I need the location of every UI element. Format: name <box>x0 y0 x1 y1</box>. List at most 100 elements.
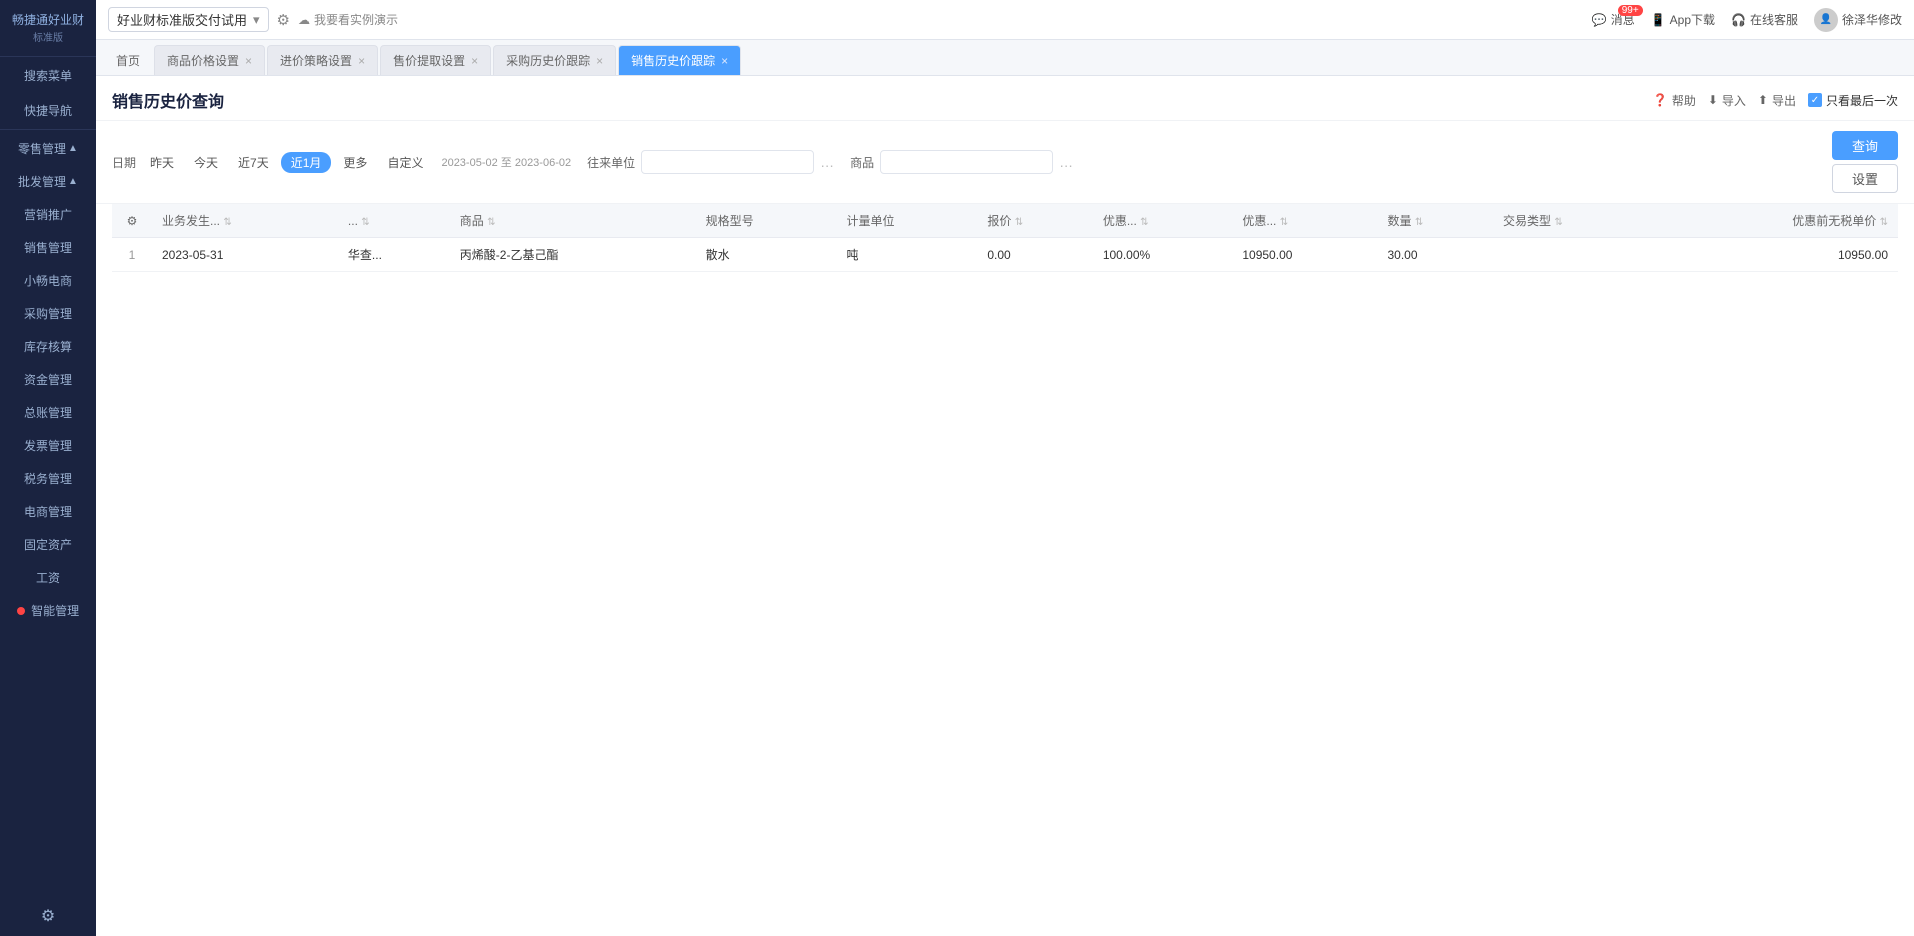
avatar: 👤 <box>1814 8 1838 32</box>
table-row[interactable]: 1 2023-05-31 华查... 丙烯酸-2-乙基己酯 散水 吨 0.00 … <box>112 238 1898 272</box>
tab-price-extract[interactable]: 售价提取设置 × <box>380 45 491 75</box>
cell-spec: 散水 <box>696 238 837 272</box>
settings-button[interactable]: 设置 <box>1832 164 1898 193</box>
date-btn-7days[interactable]: 近7天 <box>230 152 277 173</box>
topbar-demo-btn[interactable]: ☁ 我要看实例演示 <box>298 11 398 28</box>
sort-discount2-icon[interactable]: ⇅ <box>1280 217 1288 228</box>
sidebar-item-ai[interactable]: 智能管理 <box>0 594 96 627</box>
sidebar-item-inventory[interactable]: 库存核算 <box>0 330 96 363</box>
from-unit-input[interactable] <box>641 150 814 174</box>
col-more[interactable]: ... ⇅ <box>338 204 450 238</box>
col-spec-label: 规格型号 <box>706 214 754 228</box>
ai-label: 智能管理 <box>31 604 79 618</box>
sidebar-item-ecommerce-small[interactable]: 小畅电商 <box>0 264 96 297</box>
sidebar-item-assets[interactable]: 固定资产 <box>0 528 96 561</box>
tab-product-price-label: 商品价格设置 <box>167 52 239 69</box>
sidebar-settings[interactable]: ⚙ <box>0 896 96 936</box>
last-only-checkbox[interactable]: 只看最后一次 <box>1808 92 1898 109</box>
col-more-label: ... <box>348 214 358 228</box>
goods-dots[interactable]: … <box>1059 154 1073 170</box>
last-only-label: 只看最后一次 <box>1826 92 1898 109</box>
topbar-service-btn[interactable]: 🎧 在线客服 <box>1731 11 1798 28</box>
col-goods[interactable]: 商品 ⇅ <box>450 204 696 238</box>
sidebar-item-tax[interactable]: 税务管理 <box>0 462 96 495</box>
sort-price-icon[interactable]: ⇅ <box>1015 217 1023 228</box>
settings-gear-icon: ⚙ <box>41 908 55 925</box>
tab-purchase-history-close[interactable]: × <box>596 54 603 68</box>
sidebar-item-quicknav[interactable]: 快捷导航 <box>0 94 96 127</box>
col-spec[interactable]: 规格型号 <box>696 204 837 238</box>
help-btn[interactable]: ❓ 帮助 <box>1653 92 1696 109</box>
date-btn-today[interactable]: 今天 <box>186 152 226 173</box>
sidebar-item-finance[interactable]: 资金管理 <box>0 363 96 396</box>
app-download-label: App下载 <box>1670 11 1715 28</box>
sort-discount1-icon[interactable]: ⇅ <box>1140 217 1148 228</box>
sidebar-item-ledger[interactable]: 总账管理 <box>0 396 96 429</box>
col-price[interactable]: 报价 ⇅ <box>977 204 1092 238</box>
tab-product-price-close[interactable]: × <box>245 54 252 68</box>
col-quantity[interactable]: 数量 ⇅ <box>1377 204 1492 238</box>
export-btn[interactable]: ⬆ 导出 <box>1758 92 1796 109</box>
col-biz-date[interactable]: 业务发生... ⇅ <box>152 204 338 238</box>
invoice-label: 发票管理 <box>24 439 72 453</box>
from-unit-dots[interactable]: … <box>820 154 834 170</box>
topbar-message-btn[interactable]: 💬 消息 99+ <box>1592 11 1635 28</box>
topbar-user[interactable]: 👤 徐泽华修改 <box>1814 8 1902 32</box>
sidebar-search[interactable]: 搜索菜单 <box>0 57 96 94</box>
sort-trade-type-icon[interactable]: ⇅ <box>1554 217 1562 228</box>
topbar: 好业财标准版交付试用 ▾ ⚙ ☁ 我要看实例演示 💬 消息 99+ 📱 App下… <box>96 0 1914 40</box>
tab-purchase-history[interactable]: 采购历史价跟踪 × <box>493 45 616 75</box>
col-gear[interactable]: ⚙ <box>112 204 152 238</box>
date-btn-1month[interactable]: 近1月 <box>281 152 332 173</box>
quicknav-label: 快捷导航 <box>24 104 72 118</box>
sidebar-item-sales[interactable]: 销售管理 <box>0 231 96 264</box>
app-name: 畅捷通好业财 <box>12 12 84 29</box>
date-btn-more[interactable]: 更多 <box>335 152 375 173</box>
sort-quantity-icon[interactable]: ⇅ <box>1415 217 1423 228</box>
import-btn[interactable]: ⬇ 导入 <box>1708 92 1746 109</box>
col-discount2[interactable]: 优惠... ⇅ <box>1232 204 1377 238</box>
cell-discount2: 10950.00 <box>1232 238 1377 272</box>
cloud-icon: ☁ <box>298 13 310 27</box>
sort-more-icon[interactable]: ⇅ <box>361 217 369 228</box>
goods-input[interactable] <box>880 150 1053 174</box>
sidebar-item-ecommerce[interactable]: 电商管理 <box>0 495 96 528</box>
topbar-title-select[interactable]: 好业财标准版交付试用 ▾ <box>108 7 269 32</box>
cell-goods: 丙烯酸-2-乙基己酯 <box>450 238 696 272</box>
sidebar-item-retail[interactable]: 零售管理 ▲ <box>0 132 96 165</box>
col-unit[interactable]: 计量单位 <box>836 204 977 238</box>
sort-biz-date-icon[interactable]: ⇅ <box>223 217 231 228</box>
sort-goods-icon[interactable]: ⇅ <box>487 217 495 228</box>
col-trade-type[interactable]: 交易类型 ⇅ <box>1493 204 1658 238</box>
sidebar-item-wholesale[interactable]: 批发管理 ▲ <box>0 165 96 198</box>
col-price-label: 报价 <box>987 214 1011 228</box>
tab-purchase-strategy[interactable]: 进价策略设置 × <box>267 45 378 75</box>
col-discount1[interactable]: 优惠... ⇅ <box>1093 204 1233 238</box>
date-btn-custom[interactable]: 自定义 <box>379 152 431 173</box>
tab-purchase-strategy-close[interactable]: × <box>358 54 365 68</box>
tab-price-extract-close[interactable]: × <box>471 54 478 68</box>
tab-sales-history[interactable]: 销售历史价跟踪 × <box>618 45 741 75</box>
query-button[interactable]: 查询 <box>1832 131 1898 160</box>
sidebar-divider-1 <box>0 129 96 130</box>
tab-sales-history-close[interactable]: × <box>721 54 728 68</box>
col-pretax-price[interactable]: 优惠前无税单价 ⇅ <box>1658 204 1898 238</box>
tab-home[interactable]: 首页 <box>104 45 152 75</box>
col-discount2-label: 优惠... <box>1242 214 1276 228</box>
sidebar-item-marketing[interactable]: 营销推广 <box>0 198 96 231</box>
help-label: 帮助 <box>1672 92 1696 109</box>
cell-biz-date: 2023-05-31 <box>152 238 338 272</box>
tab-bar: 首页 商品价格设置 × 进价策略设置 × 售价提取设置 × 采购历史价跟踪 × … <box>96 40 1914 76</box>
sidebar-item-purchase[interactable]: 采购管理 <box>0 297 96 330</box>
table-area: ⚙ 业务发生... ⇅ ... ⇅ 商品 ⇅ <box>96 204 1914 936</box>
cell-trade-type <box>1493 238 1658 272</box>
sidebar-item-salary[interactable]: 工资 <box>0 561 96 594</box>
message-icon: 💬 <box>1592 13 1607 27</box>
tab-product-price[interactable]: 商品价格设置 × <box>154 45 265 75</box>
topbar-gear-icon[interactable]: ⚙ <box>277 11 290 29</box>
date-btn-yesterday[interactable]: 昨天 <box>142 152 182 173</box>
inventory-label: 库存核算 <box>24 340 72 354</box>
sidebar-item-invoice[interactable]: 发票管理 <box>0 429 96 462</box>
topbar-app-download-btn[interactable]: 📱 App下载 <box>1651 11 1715 28</box>
sort-pretax-icon[interactable]: ⇅ <box>1880 217 1888 228</box>
